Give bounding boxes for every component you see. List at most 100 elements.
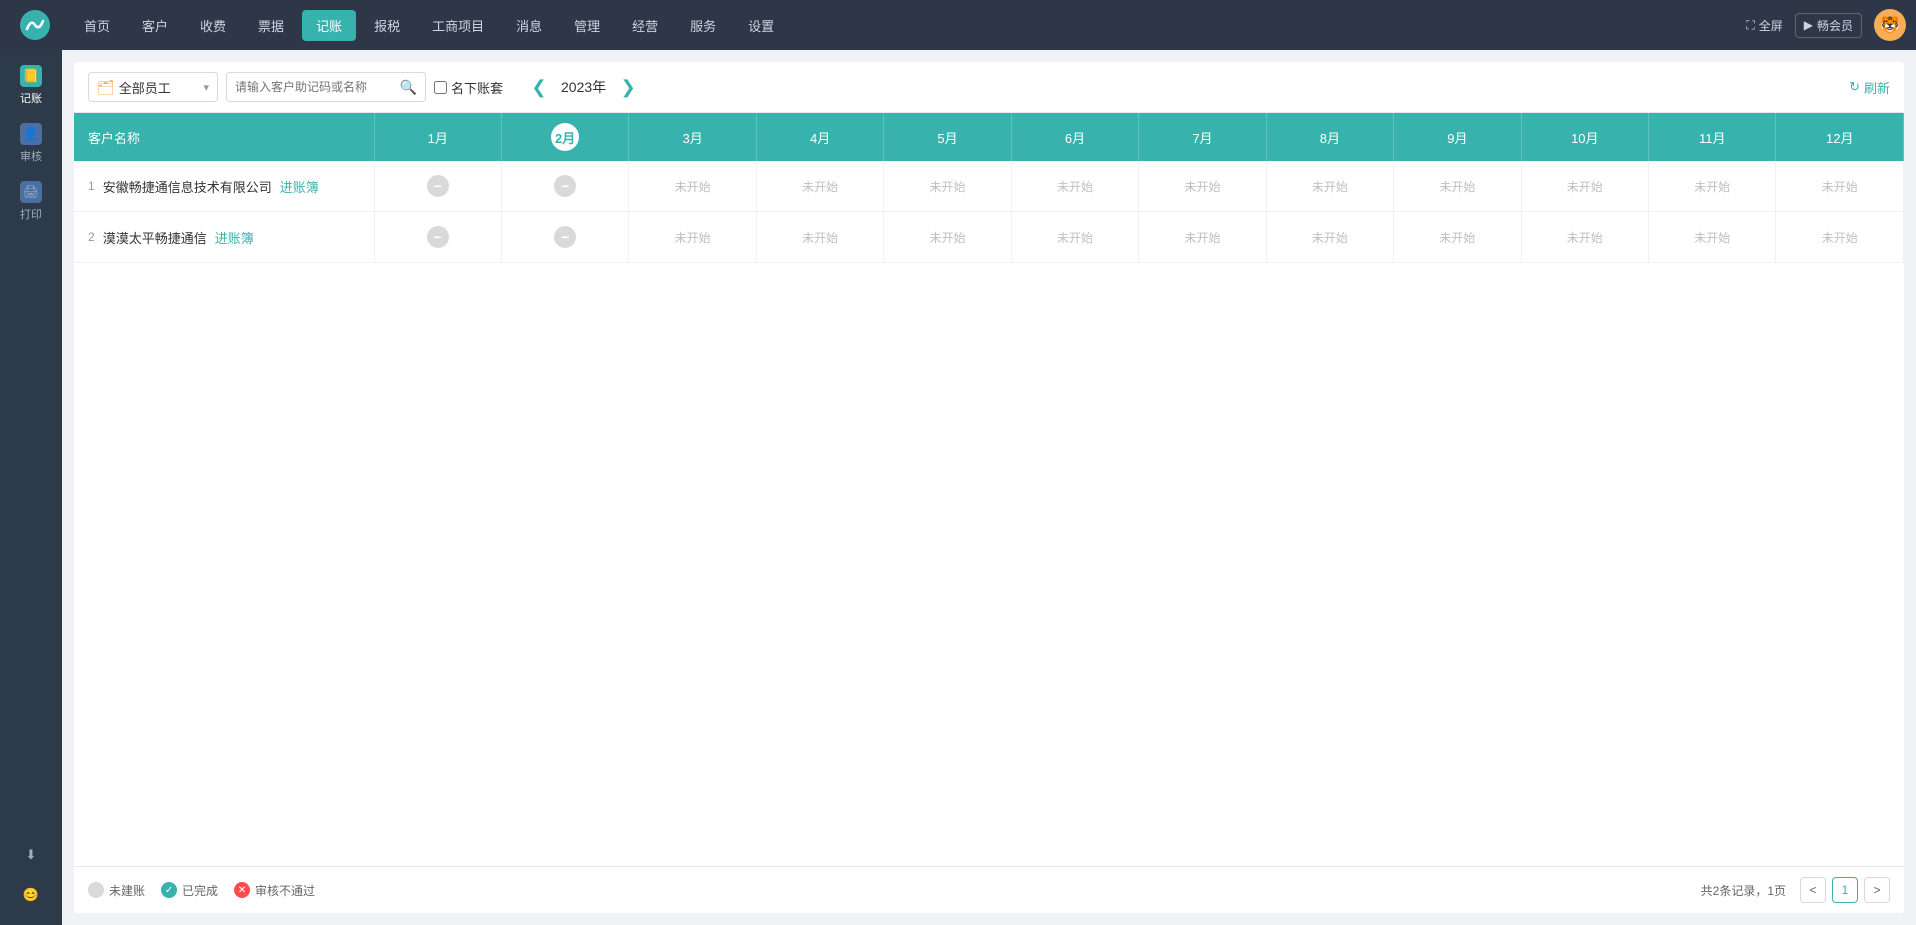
- month-cell: 未开始: [1139, 161, 1266, 212]
- nav-business[interactable]: 工商项目: [418, 10, 498, 41]
- nav-fee[interactable]: 收费: [186, 10, 240, 41]
- nav-operation[interactable]: 经营: [618, 10, 672, 41]
- member-button[interactable]: ▶ 畅会员: [1795, 13, 1862, 38]
- next-year-button[interactable]: ❯: [616, 75, 640, 99]
- current-page-number: 1: [1832, 877, 1858, 903]
- top-navigation: 首页 客户 收费 票据 记账 报税 工商项目 消息 管理 经营 服务 设置 ⛶ …: [0, 0, 1916, 50]
- nav-invoice[interactable]: 票据: [244, 10, 298, 41]
- nav-right: ⛶ 全屏 ▶ 畅会员 🐯: [1746, 9, 1906, 41]
- member-label: 畅会员: [1817, 17, 1853, 34]
- col-jan: 1月: [374, 113, 501, 161]
- nav-accounting[interactable]: 记账: [302, 10, 356, 41]
- sidebar-audit-label: 审核: [20, 148, 42, 164]
- not-started-text: 未开始: [1822, 231, 1858, 245]
- month-cell: 未开始: [1011, 161, 1138, 212]
- col-dec: 12月: [1776, 113, 1904, 161]
- print-icon: 🖨: [20, 181, 42, 203]
- month-cell: 未开始: [1266, 161, 1393, 212]
- table-row: 2 漠漠太平畅捷通信 进账簿 −−未开始未开始未开始未开始未开始未开始未开始未开…: [74, 212, 1904, 263]
- enter-ledger-link[interactable]: 进账簿: [280, 177, 319, 196]
- cross-icon: ✕: [238, 885, 246, 896]
- checkbox-label[interactable]: 名下账套: [434, 78, 503, 97]
- nav-settings[interactable]: 设置: [734, 10, 788, 41]
- sidebar-bottom: ⬇ 😊: [13, 837, 49, 925]
- col-jul: 7月: [1139, 113, 1266, 161]
- sidebar-item-print[interactable]: 🖨 打印: [4, 174, 58, 228]
- nav-service[interactable]: 服务: [676, 10, 730, 41]
- col-aug: 8月: [1266, 113, 1393, 161]
- not-started-text: 未开始: [930, 180, 966, 194]
- col-jun: 6月: [1011, 113, 1138, 161]
- month-cell: 未开始: [1266, 212, 1393, 263]
- year-navigation: ❮ 2023年 ❯: [527, 75, 640, 99]
- sidebar: 📒 记账 👤 审核 🖨 打印 ⬇ 😊: [0, 50, 62, 925]
- month-cell: −: [501, 161, 628, 212]
- status-dash-icon: −: [554, 226, 576, 248]
- prev-page-button[interactable]: <: [1800, 877, 1826, 903]
- client-name: 安徽畅捷通信息技术有限公司: [103, 177, 272, 196]
- col-mar: 3月: [629, 113, 756, 161]
- content-inner: 🗂 全部员工 ▾ 🔍 名下账套 ❮ 2023年 ❯: [74, 62, 1904, 913]
- pagination: 共2条记录，1页 < 1 >: [1701, 877, 1890, 903]
- accounting-icon: 📒: [20, 65, 42, 87]
- nav-home[interactable]: 首页: [70, 10, 124, 41]
- employee-select[interactable]: 🗂 全部员工 ▾: [88, 72, 218, 102]
- sidebar-item-audit[interactable]: 👤 审核: [4, 116, 58, 170]
- rejected-icon: ✕: [234, 882, 250, 898]
- month-cell: 未开始: [1521, 212, 1648, 263]
- prev-year-button[interactable]: ❮: [527, 75, 551, 99]
- sidebar-item-accounting[interactable]: 📒 记账: [4, 58, 58, 112]
- play-icon: ▶: [1804, 18, 1813, 32]
- nav-message[interactable]: 消息: [502, 10, 556, 41]
- legend: 未建账 ✓ 已完成 ✕ 审核不通过: [88, 882, 315, 899]
- col-may: 5月: [884, 113, 1011, 161]
- total-records-text: 共2条记录，1页: [1701, 882, 1786, 899]
- month-cell: 未开始: [1139, 212, 1266, 263]
- table-container: 客户名称 1月 2月 3月 4月 5月 6月 7月 8月 9月: [74, 113, 1904, 866]
- not-built-label: 未建账: [109, 882, 145, 899]
- fullscreen-icon: ⛶: [1746, 18, 1754, 33]
- not-started-text: 未开始: [1057, 231, 1093, 245]
- support-icon[interactable]: 😊: [13, 877, 49, 913]
- table-row: 1 安徽畅捷通信息技术有限公司 进账簿 −−未开始未开始未开始未开始未开始未开始…: [74, 161, 1904, 212]
- sidebar-print-label: 打印: [20, 206, 42, 222]
- not-built-icon: [88, 882, 104, 898]
- user-avatar[interactable]: 🐯: [1874, 9, 1906, 41]
- search-wrapper: 🔍: [226, 72, 426, 102]
- accounts-table: 客户名称 1月 2月 3月 4月 5月 6月 7月 8月 9月: [74, 113, 1904, 263]
- nav-manage[interactable]: 管理: [560, 10, 614, 41]
- col-oct: 10月: [1521, 113, 1648, 161]
- nav-items: 首页 客户 收费 票据 记账 报税 工商项目 消息 管理 经营 服务 设置: [70, 10, 1746, 41]
- month-cell: 未开始: [1649, 161, 1776, 212]
- download-icon[interactable]: ⬇: [13, 837, 49, 873]
- nav-tax[interactable]: 报税: [360, 10, 414, 41]
- refresh-button[interactable]: ↻ 刷新: [1849, 78, 1890, 97]
- content-area: 🗂 全部员工 ▾ 🔍 名下账套 ❮ 2023年 ❯: [62, 50, 1916, 925]
- fullscreen-button[interactable]: ⛶ 全屏: [1746, 17, 1782, 34]
- next-page-button[interactable]: >: [1864, 877, 1890, 903]
- not-started-text: 未开始: [1184, 231, 1220, 245]
- search-button[interactable]: 🔍: [400, 79, 417, 96]
- not-started-text: 未开始: [1312, 231, 1348, 245]
- enter-ledger-link[interactable]: 进账簿: [215, 228, 254, 247]
- check-icon: ✓: [165, 885, 173, 896]
- col-nov: 11月: [1649, 113, 1776, 161]
- main-layout: 📒 记账 👤 审核 🖨 打印 ⬇ 😊 🗂 全部员工 ▾: [0, 50, 1916, 925]
- search-input[interactable]: [235, 80, 400, 94]
- col-apr: 4月: [756, 113, 883, 161]
- not-started-text: 未开始: [1184, 180, 1220, 194]
- account-set-checkbox[interactable]: [434, 81, 447, 94]
- status-dash-icon: −: [554, 175, 576, 197]
- month-cell: 未开始: [1776, 161, 1904, 212]
- status-dash-icon: −: [427, 226, 449, 248]
- rejected-label: 审核不通过: [255, 882, 315, 899]
- client-num: 1: [88, 179, 95, 193]
- refresh-label: 刷新: [1864, 78, 1890, 97]
- table-footer: 未建账 ✓ 已完成 ✕ 审核不通过: [74, 866, 1904, 913]
- month-cell: 未开始: [1649, 212, 1776, 263]
- current-month-circle: 2月: [551, 123, 579, 151]
- nav-client[interactable]: 客户: [128, 10, 182, 41]
- month-cell: 未开始: [884, 161, 1011, 212]
- employee-label: 全部员工: [119, 78, 200, 97]
- toolbar: 🗂 全部员工 ▾ 🔍 名下账套 ❮ 2023年 ❯: [74, 62, 1904, 113]
